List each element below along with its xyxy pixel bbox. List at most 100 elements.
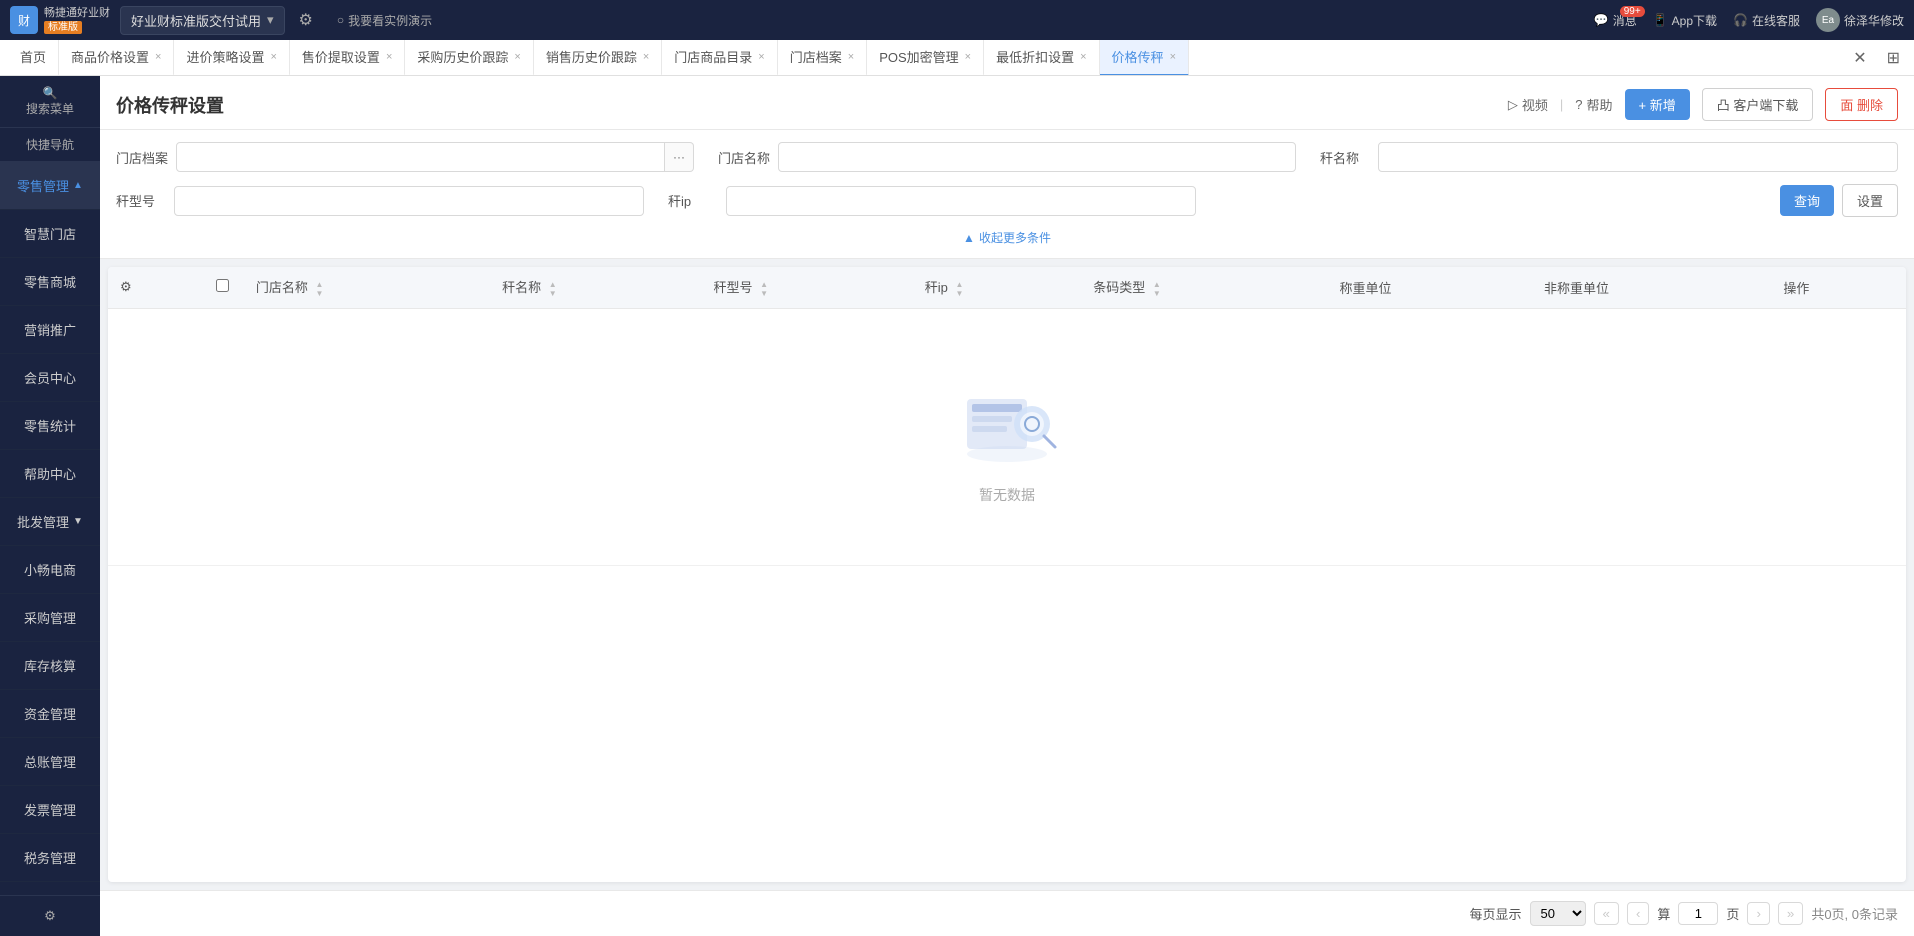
sidebar-item-smart-store[interactable]: 智慧门店 [0,210,100,258]
sidebar-item-ledger[interactable]: 总账管理 [0,738,100,786]
download-client-button[interactable]: 凸 客户端下载 [1702,88,1814,121]
play-icon: ▷ [1508,97,1518,113]
table-header-row: ⚙ 门店名称 ▲▼ 秆名称 ▲▼ 秆型号 ▲▼ [108,267,1906,308]
sidebar-item-invoice[interactable]: 发票管理 [0,786,100,834]
search-button[interactable]: 查询 [1780,185,1834,216]
user-menu[interactable]: Ea 徐泽华修改 [1816,8,1904,32]
tab-sales-history[interactable]: 销售历史价跟踪 × [534,40,662,76]
tab-price-scale[interactable]: 价格传秤 × [1100,40,1189,76]
set-button[interactable]: 设置 [1842,184,1898,217]
sidebar-item-purchase[interactable]: 采购管理 [0,594,100,642]
close-icon[interactable]: × [386,51,392,63]
close-tab-btn[interactable]: ✕ [1847,46,1872,70]
scale-name-input[interactable] [1378,142,1898,172]
sidebar-item-retail-mall[interactable]: 零售商城 [0,258,100,306]
user-initials: Ea [1822,15,1834,26]
scale-ip-label: 秆ip [668,191,718,210]
close-icon[interactable]: × [643,51,649,63]
tab-min-discount[interactable]: 最低折扣设置 × [984,40,1099,76]
last-page-btn[interactable]: » [1778,902,1803,925]
sidebar-item-help[interactable]: 帮助中心 [0,450,100,498]
sidebar-item-marketing[interactable]: 营销推广 [0,306,100,354]
th-barcode-type: 条码类型 ▲▼ [1081,267,1327,308]
tab-price-settings[interactable]: 商品价格设置 × [59,40,174,76]
add-button[interactable]: + 新增 [1625,89,1690,120]
message-badge: 99+ [1620,6,1645,17]
avatar: Ea [1816,8,1840,32]
prev-page-btn[interactable]: ‹ [1627,902,1649,925]
tab-sales-history-label: 销售历史价跟踪 [546,47,637,66]
maximize-tab-btn[interactable]: ⊞ [1881,46,1906,70]
th-non-weight-unit: 非称重单位 [1532,267,1771,308]
tab-purchase-strategy[interactable]: 进价策略设置 × [174,40,289,76]
tab-price-scale-label: 价格传秤 [1112,47,1164,66]
scale-name-label: 秆名称 [1320,148,1370,167]
tab-store-file[interactable]: 门店档案 × [778,40,867,76]
close-icon[interactable]: × [758,51,764,63]
next-page-btn[interactable]: › [1747,902,1769,925]
tab-purchase-history[interactable]: 采购历史价跟踪 × [405,40,533,76]
scale-ip-input[interactable] [726,186,1196,216]
demo-link-text: 我要看实例演示 [348,12,432,29]
sidebar-item-retail-stats[interactable]: 零售统计 [0,402,100,450]
online-service-btn[interactable]: 🎧 在线客服 [1733,12,1800,29]
tab-sale-price[interactable]: 售价提取设置 × [290,40,405,76]
delete-button[interactable]: 面 删除 [1825,88,1898,121]
close-icon[interactable]: × [965,51,971,63]
settings-icon[interactable]: ⚙ [295,6,317,34]
tab-price-settings-label: 商品价格设置 [71,47,149,66]
user-name: 徐泽华修改 [1844,12,1904,29]
sort-icon: ▲▼ [316,280,324,298]
sidebar: 🔍 搜索菜单 快捷导航 零售管理 ▲ 智慧门店 零售商城 营销推广 会员中心 零… [0,76,100,936]
page-actions: ▷ 视频 | ? 帮助 + 新增 凸 客户端下载 面 删除 [1508,88,1898,121]
help-link[interactable]: ? 帮助 [1575,95,1612,114]
demo-link[interactable]: ○ 我要看实例演示 [337,12,432,29]
close-icon[interactable]: × [1170,51,1176,63]
sidebar-item-retail[interactable]: 零售管理 ▲ [0,162,100,210]
sidebar-nav-label: 快捷导航 [26,138,74,152]
close-icon[interactable]: × [1080,51,1086,63]
page-size-select[interactable]: 50 10 20 100 [1530,901,1586,926]
close-icon[interactable]: × [155,51,161,63]
sidebar-item-inventory[interactable]: 库存核算 [0,642,100,690]
video-link[interactable]: ▷ 视频 [1508,95,1548,114]
tab-pos-security[interactable]: POS加密管理 × [867,40,984,76]
download-icon: 📱 [1653,13,1668,27]
sidebar-item-wholesale[interactable]: 批发管理 ▼ [0,498,100,546]
video-label: 视频 [1522,95,1548,114]
message-btn[interactable]: 💬 消息 99+ [1594,12,1637,29]
th-settings[interactable]: ⚙ [108,267,204,308]
filter-scale-model: 秆型号 [116,186,644,216]
select-all-checkbox[interactable] [216,279,229,292]
current-page-input[interactable] [1678,902,1718,925]
sidebar-quick-nav[interactable]: 快捷导航 [0,128,100,162]
tab-controls: ✕ ⊞ [1847,46,1906,70]
tab-home-label: 首页 [20,47,46,66]
collapse-btn[interactable]: ▲ 收起更多条件 [963,229,1051,246]
close-icon[interactable]: × [514,51,520,63]
sidebar-item-ecommerce[interactable]: 小畅电商 [0,546,100,594]
sidebar-item-finance[interactable]: 资金管理 [0,690,100,738]
first-page-btn[interactable]: « [1594,902,1619,925]
tab-store-catalog[interactable]: 门店商品目录 × [662,40,777,76]
scale-model-input[interactable] [174,186,644,216]
store-name-label: 门店名称 [718,148,770,167]
app-download-btn[interactable]: 📱 App下载 [1653,12,1717,29]
filter-scale-ip: 秆ip [668,186,1196,216]
store-file-input[interactable] [176,142,665,172]
store-file-expand-btn[interactable]: ··· [665,142,694,172]
sidebar-item-tax[interactable]: 税务管理 [0,834,100,882]
sidebar-item-member[interactable]: 会员中心 [0,354,100,402]
close-icon[interactable]: × [270,51,276,63]
app-name: 畅捷通好业财 标准版 [44,6,110,35]
close-icon[interactable]: × [848,51,854,63]
empty-row: 暂无数据 [108,308,1906,565]
sidebar-search[interactable]: 🔍 搜索菜单 [0,76,100,128]
store-name-input[interactable] [778,142,1296,172]
pagination-bar: 每页显示 50 10 20 100 « ‹ 算 页 › » 共0页, 0条记录 [100,890,1914,936]
version-dropdown[interactable]: 好业财标准版交付试用 ▾ [120,6,285,35]
sidebar-settings-btn[interactable]: ⚙ [0,895,100,936]
tab-home[interactable]: 首页 [8,40,59,76]
chevron-down-icon: ▼ [73,516,83,527]
online-service-label: 在线客服 [1752,12,1800,29]
